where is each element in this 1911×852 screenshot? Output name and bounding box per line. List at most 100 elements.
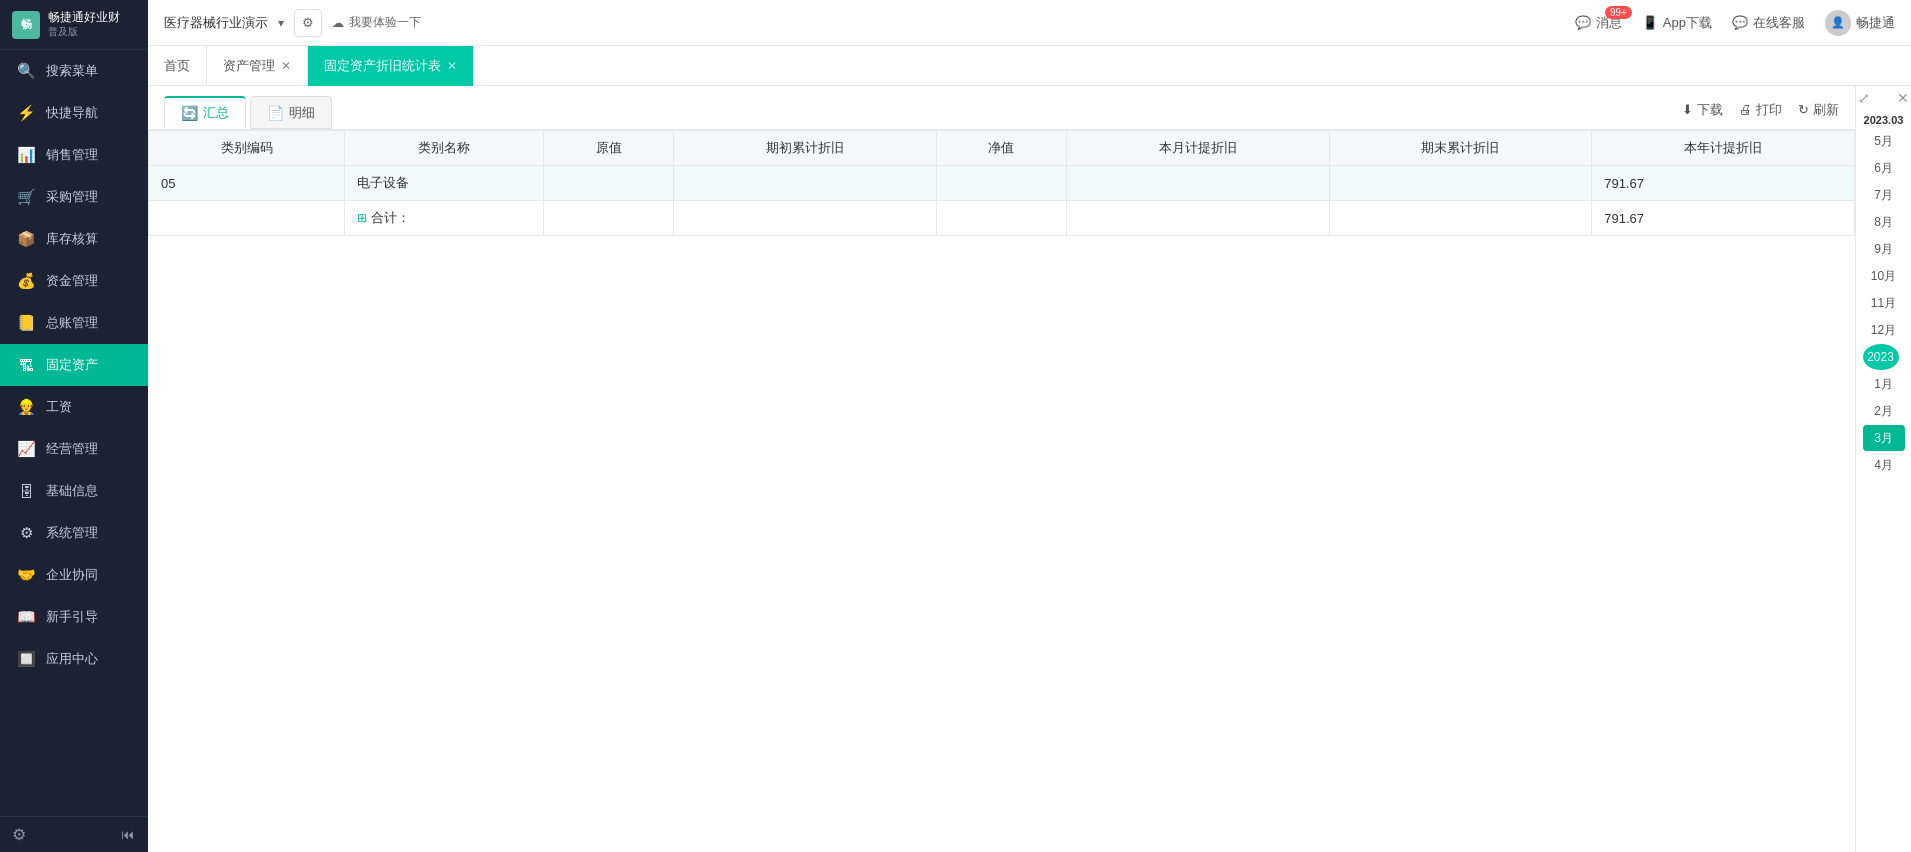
company-name[interactable]: 医疗器械行业演示 (164, 14, 268, 32)
app-icon: 📱 (1642, 15, 1658, 30)
sidebar-label-collab: 企业协同 (46, 566, 98, 584)
collapse-button[interactable]: ⏮ (118, 826, 136, 844)
sidebar-icon-funds: 💰 (16, 271, 36, 291)
tab-assets-close[interactable]: ✕ (281, 59, 291, 73)
settings-icon[interactable]: ⚙ (12, 825, 26, 844)
topbar-settings-button[interactable]: ⚙ (294, 9, 322, 37)
service-icon: 💬 (1732, 15, 1748, 30)
sidebar-item-funds[interactable]: 💰 资金管理 (0, 260, 148, 302)
table-header-row: 类别编码 类别名称 原值 期初累计折旧 净值 本月计提折旧 期末累计折旧 本年计… (149, 131, 1855, 166)
total-label: ⊞合计： (345, 201, 544, 236)
user-button[interactable]: 👤 畅捷通 (1825, 10, 1895, 36)
timeline-item[interactable]: 2023 (1863, 344, 1899, 370)
depreciation-table: 类别编码 类别名称 原值 期初累计折旧 净值 本月计提折旧 期末累计折旧 本年计… (148, 130, 1855, 236)
cell-end-accum (1329, 166, 1592, 201)
cell-original (544, 166, 674, 201)
tab-depreciation[interactable]: 固定资产折旧统计表 ✕ (308, 46, 474, 86)
sidebar-item-collab[interactable]: 🤝 企业协同 (0, 554, 148, 596)
sidebar-icon-sales: 📊 (16, 145, 36, 165)
sidebar-icon-ops: 📈 (16, 439, 36, 459)
app-label: App下载 (1663, 14, 1712, 32)
download-label: 下载 (1697, 101, 1723, 119)
sidebar-item-ops[interactable]: 📈 经营管理 (0, 428, 148, 470)
summary-icon: 🔄 (181, 105, 198, 121)
sidebar-icon-system: ⚙ (16, 523, 36, 543)
sidebar-label-ops: 经营管理 (46, 440, 98, 458)
inner-toolbar: ⬇ 下载 🖨 打印 ↻ 刷新 (1682, 101, 1839, 125)
sidebar-item-guide[interactable]: 📖新手引导 (0, 596, 148, 638)
sidebar-icon-ledger: 📒 (16, 313, 36, 333)
detail-label: 明细 (289, 104, 315, 122)
print-label: 打印 (1756, 101, 1782, 119)
topbar-right: 💬 消息 99+ 📱 App下载 💬 在线客服 👤 畅捷通 (1575, 10, 1895, 36)
download-button[interactable]: ⬇ 下载 (1682, 101, 1723, 119)
timeline-item[interactable]: 12月 (1863, 317, 1905, 343)
sidebar-item-payroll[interactable]: 👷工资 (0, 386, 148, 428)
app-download-button[interactable]: 📱 App下载 (1642, 14, 1712, 32)
tab-home[interactable]: 首页 (148, 46, 207, 86)
sidebar-icon-apps: 🔲 (16, 649, 36, 669)
tab-summary[interactable]: 🔄 汇总 (164, 96, 246, 129)
timeline-item[interactable]: 10月 (1863, 263, 1905, 289)
sidebar-label-basic: 基础信息 (46, 482, 98, 500)
timeline-item[interactable]: 7月 (1863, 182, 1905, 208)
timeline: 5月6月7月8月9月10月11月12月20231月2月3月4月 (1863, 127, 1905, 479)
sidebar-label-system: 系统管理 (46, 524, 98, 542)
tab-detail[interactable]: 📄 明细 (250, 96, 332, 129)
total-net (936, 201, 1066, 236)
sidebar-label-inventory: 库存核算 (46, 230, 98, 248)
experience-button[interactable]: ☁ 我要体验一下 (332, 14, 421, 31)
timeline-item[interactable]: 11月 (1863, 290, 1905, 316)
col-code: 类别编码 (149, 131, 345, 166)
logo-title: 畅捷通好业财 (48, 10, 120, 26)
timeline-item[interactable]: 3月 (1863, 425, 1905, 451)
detail-icon: 📄 (267, 105, 284, 121)
refresh-button[interactable]: ↻ 刷新 (1798, 101, 1839, 119)
sidebar-item-search[interactable]: 🔍搜索菜单 (0, 50, 148, 92)
cell-init-accum (674, 166, 937, 201)
tab-depreciation-close[interactable]: ✕ (447, 59, 457, 73)
col-name: 类别名称 (345, 131, 544, 166)
right-panel: ⤢ ✕ 2023.03 5月6月7月8月9月10月11月12月20231月2月3… (1855, 86, 1911, 852)
main-area: 医疗器械行业演示 ▾ ⚙ ☁ 我要体验一下 💬 消息 99+ 📱 App下载 💬… (148, 0, 1911, 852)
sidebar-item-sales[interactable]: 📊销售管理 (0, 134, 148, 176)
sidebar-item-purchase[interactable]: 🛒采购管理 (0, 176, 148, 218)
sidebar-item-system[interactable]: ⚙ 系统管理 (0, 512, 148, 554)
timeline-item[interactable]: 1月 (1863, 371, 1905, 397)
sidebar-label-guide: 新手引导 (46, 608, 98, 626)
sidebar-item-quick[interactable]: ⚡快捷导航 (0, 92, 148, 134)
sidebar-item-ledger[interactable]: 📒总账管理 (0, 302, 148, 344)
timeline-item[interactable]: 5月 (1863, 128, 1905, 154)
online-service-button[interactable]: 💬 在线客服 (1732, 14, 1805, 32)
timeline-item[interactable]: 2月 (1863, 398, 1905, 424)
sidebar: 畅 畅捷通好业财 普及版 🔍搜索菜单⚡快捷导航📊销售管理🛒采购管理📦库存核算💰资… (0, 0, 148, 852)
timeline-item[interactable]: 9月 (1863, 236, 1905, 262)
close-panel-button[interactable]: ✕ (1897, 90, 1909, 106)
company-dropdown-icon[interactable]: ▾ (278, 16, 284, 30)
sidebar-item-basic[interactable]: 🗄基础信息 (0, 470, 148, 512)
expand-icon[interactable]: ⤢ (1858, 90, 1870, 106)
content-main: 🔄 汇总 📄 明细 ⬇ 下载 🖨 打印 (148, 86, 1855, 852)
avatar: 👤 (1825, 10, 1851, 36)
col-init-accum: 期初累计折旧 (674, 131, 937, 166)
print-button[interactable]: 🖨 打印 (1739, 101, 1782, 119)
message-icon: 💬 (1575, 15, 1591, 30)
sidebar-item-inventory[interactable]: 📦库存核算 (0, 218, 148, 260)
sidebar-label-search: 搜索菜单 (46, 62, 98, 80)
message-button[interactable]: 💬 消息 99+ (1575, 14, 1622, 32)
inner-tabs: 🔄 汇总 📄 明细 (164, 96, 332, 129)
timeline-item[interactable]: 8月 (1863, 209, 1905, 235)
sidebar-icon-collab: 🤝 (16, 565, 36, 585)
sidebar-item-apps[interactable]: 🔲应用中心 (0, 638, 148, 680)
timeline-item[interactable]: 6月 (1863, 155, 1905, 181)
table-total-row: ⊞合计： 791.67 (149, 201, 1855, 236)
col-net: 净值 (936, 131, 1066, 166)
sidebar-label-funds: 资金管理 (46, 272, 98, 290)
tab-assets[interactable]: 资产管理 ✕ (207, 46, 308, 86)
logo-subtitle: 普及版 (48, 25, 120, 39)
timeline-item[interactable]: 4月 (1863, 452, 1905, 478)
tab-home-label: 首页 (164, 57, 190, 75)
content-area: 🔄 汇总 📄 明细 ⬇ 下载 🖨 打印 (148, 86, 1911, 852)
sidebar-item-fixed[interactable]: 🏗固定资产 (0, 344, 148, 386)
sidebar-icon-quick: ⚡ (16, 103, 36, 123)
